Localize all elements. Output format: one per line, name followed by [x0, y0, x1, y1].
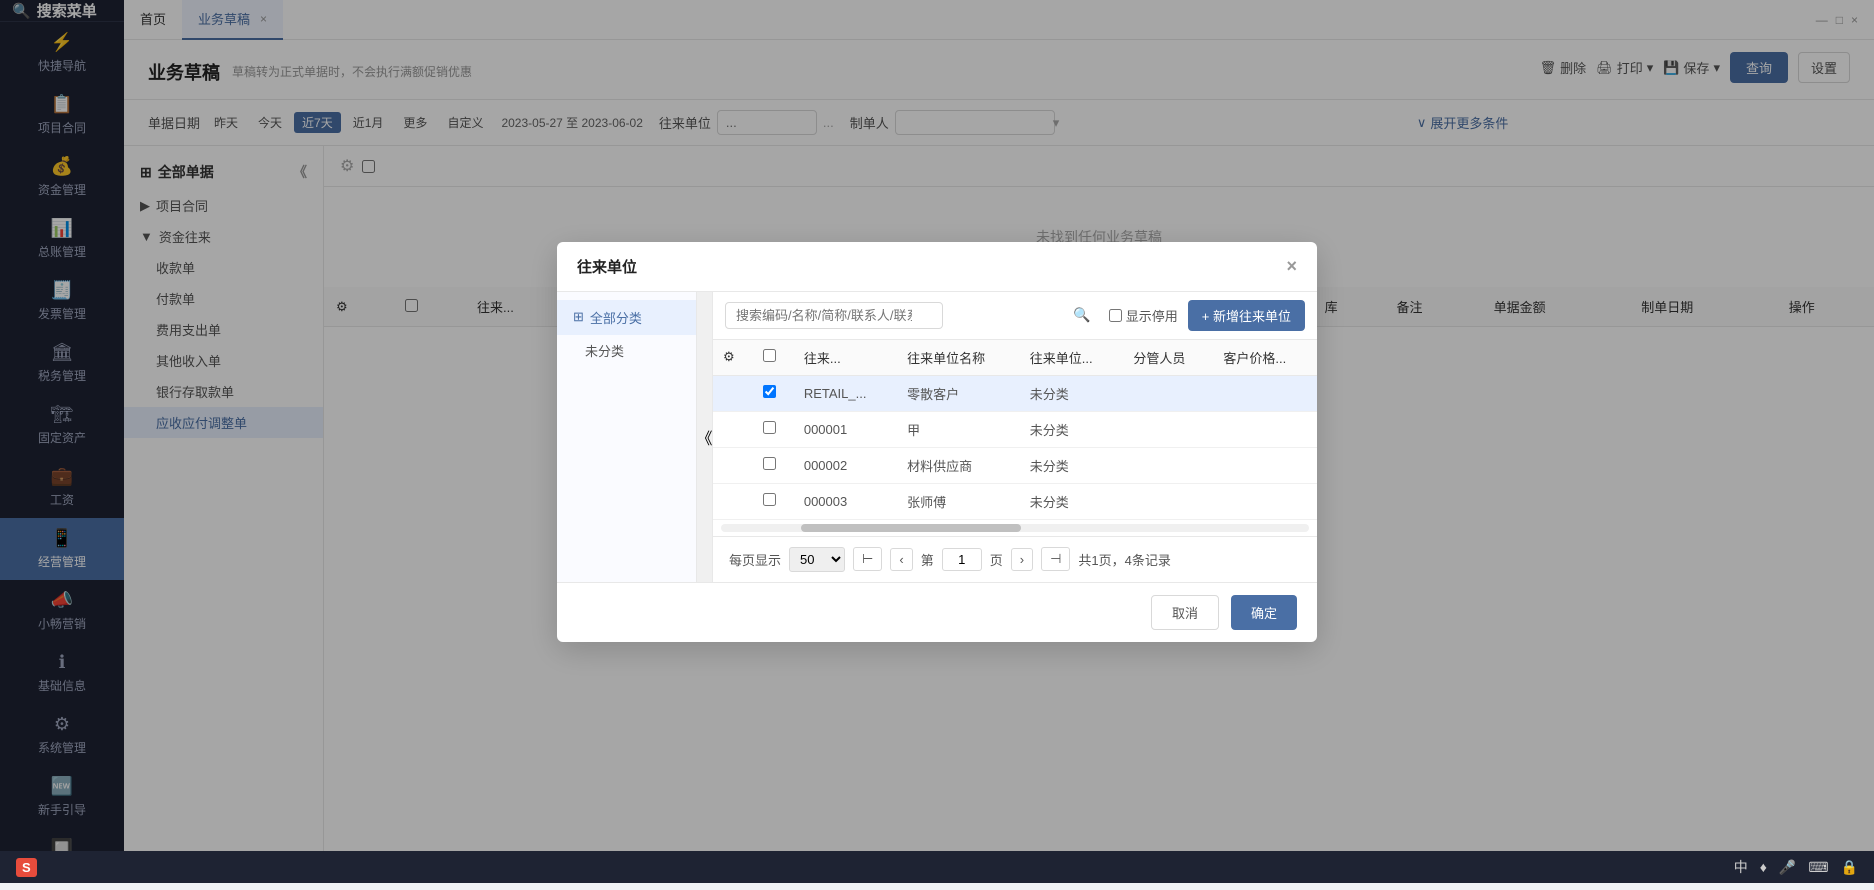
- table-row[interactable]: 000003 张师傅 未分类: [713, 483, 1317, 519]
- modal-sidebar: ⊞ 全部分类 未分类: [557, 292, 697, 582]
- modal-pagination: 每页显示 50 20 100 ⊢ ‹ 第 页 › ⊣ 共1页，4条记录: [713, 536, 1317, 582]
- row-manager: [1123, 483, 1213, 519]
- taskbar-items: 中 ♦ 🎤 ⌨ 🔒: [1734, 857, 1858, 877]
- modal-close-btn[interactable]: ×: [1286, 256, 1297, 277]
- row-name: 张师傅: [897, 483, 1020, 519]
- modal-th-name: 往来单位名称: [897, 340, 1020, 376]
- table-row[interactable]: 000002 材料供应商 未分类: [713, 447, 1317, 483]
- per-page-select[interactable]: 50 20 100: [789, 547, 845, 572]
- modal-th-checkbox: [753, 340, 794, 376]
- page-suffix: 页: [990, 550, 1003, 569]
- modal-header: 往来单位 ×: [557, 242, 1317, 292]
- row-code: 000002: [794, 447, 897, 483]
- taskbar-lock-icon[interactable]: 🔒: [1841, 859, 1858, 876]
- row-checkbox: [753, 411, 794, 447]
- page-next-btn[interactable]: ›: [1011, 548, 1033, 571]
- row-checkbox: [753, 483, 794, 519]
- modal-th-settings: ⚙: [713, 340, 753, 376]
- taskbar-mic-icon[interactable]: 🎤: [1779, 859, 1796, 876]
- modal-th-category: 往来单位...: [1020, 340, 1124, 376]
- modal-search-input[interactable]: [725, 302, 943, 329]
- row-category: 未分类: [1020, 483, 1124, 519]
- modal-body: ⊞ 全部分类 未分类 《 🔍: [557, 292, 1317, 582]
- row-select-checkbox[interactable]: [763, 493, 776, 506]
- per-page-label: 每页显示: [729, 550, 781, 569]
- row-price: [1213, 483, 1317, 519]
- modal-search-icon: 🔍: [1073, 307, 1090, 324]
- taskbar-logo: S: [16, 858, 37, 877]
- modal-confirm-button[interactable]: 确定: [1231, 595, 1297, 630]
- table-row[interactable]: RETAIL_... 零散客户 未分类: [713, 375, 1317, 411]
- row-price: [1213, 375, 1317, 411]
- modal-th-manager: 分管人员: [1123, 340, 1213, 376]
- row-code: 000003: [794, 483, 897, 519]
- modal-footer: 取消 确定: [557, 582, 1317, 642]
- row-select-checkbox[interactable]: [763, 385, 776, 398]
- row-select-checkbox[interactable]: [763, 421, 776, 434]
- modal-cancel-button[interactable]: 取消: [1151, 595, 1219, 630]
- row-category: 未分类: [1020, 375, 1124, 411]
- table-row[interactable]: 000001 甲 未分类: [713, 411, 1317, 447]
- modal-th-code: 往来...: [794, 340, 897, 376]
- modal-sidebar-uncategorized[interactable]: 未分类: [557, 335, 696, 366]
- page-first-btn[interactable]: ⊢: [853, 547, 882, 571]
- row-settings: [713, 447, 753, 483]
- row-name: 零散客户: [897, 375, 1020, 411]
- modal-table: ⚙ 往来... 往来单位名称 往来单位... 分管人员 客户价格...: [713, 340, 1317, 520]
- show-disabled-checkbox[interactable]: [1109, 309, 1122, 322]
- modal-sidebar-all-categories[interactable]: ⊞ 全部分类: [557, 300, 696, 335]
- row-settings: [713, 375, 753, 411]
- page-last-btn[interactable]: ⊣: [1041, 547, 1070, 571]
- row-settings: [713, 483, 753, 519]
- row-checkbox: [753, 447, 794, 483]
- page-number-input[interactable]: [942, 548, 982, 571]
- taskbar: S 中 ♦ 🎤 ⌨ 🔒: [0, 851, 1874, 883]
- show-disabled-label[interactable]: 显示停用: [1109, 306, 1178, 325]
- modal-main: 🔍 显示停用 + 新增往来单位 ⚙: [713, 292, 1317, 582]
- taskbar-diamond-icon[interactable]: ♦: [1760, 859, 1767, 875]
- add-partner-button[interactable]: + 新增往来单位: [1188, 300, 1305, 331]
- row-category: 未分类: [1020, 447, 1124, 483]
- row-name: 甲: [897, 411, 1020, 447]
- total-records: 共1页，4条记录: [1078, 550, 1170, 569]
- row-code: RETAIL_...: [794, 375, 897, 411]
- modal-title: 往来单位: [577, 256, 637, 277]
- taskbar-zh-icon[interactable]: 中: [1734, 857, 1748, 877]
- horizontal-scrollbar[interactable]: [721, 524, 1309, 532]
- row-manager: [1123, 411, 1213, 447]
- modal-toolbar: 🔍 显示停用 + 新增往来单位: [713, 292, 1317, 340]
- grid-icon-small: ⊞: [573, 309, 584, 325]
- modal-table-area: ⚙ 往来... 往来单位名称 往来单位... 分管人员 客户价格...: [713, 340, 1317, 520]
- taskbar-keyboard-icon[interactable]: ⌨: [1808, 859, 1828, 876]
- row-select-checkbox[interactable]: [763, 457, 776, 470]
- row-settings: [713, 411, 753, 447]
- row-checkbox: [753, 375, 794, 411]
- row-price: [1213, 447, 1317, 483]
- row-category: 未分类: [1020, 411, 1124, 447]
- row-name: 材料供应商: [897, 447, 1020, 483]
- row-price: [1213, 411, 1317, 447]
- modal-th-price: 客户价格...: [1213, 340, 1317, 376]
- row-manager: [1123, 375, 1213, 411]
- modal-search-wrapper: 🔍: [725, 302, 1099, 329]
- page-prev-btn[interactable]: ‹: [890, 548, 912, 571]
- modal-sidebar-collapse-btn[interactable]: 《: [697, 292, 713, 582]
- collapse-icon: 《: [697, 425, 713, 449]
- page-label: 第: [921, 550, 934, 569]
- modal-select-all[interactable]: [763, 349, 776, 362]
- row-code: 000001: [794, 411, 897, 447]
- modal-overlay[interactable]: 往来单位 × ⊞ 全部分类 未分类 《: [0, 0, 1874, 883]
- row-manager: [1123, 447, 1213, 483]
- modal-partner: 往来单位 × ⊞ 全部分类 未分类 《: [557, 242, 1317, 642]
- scrollbar-thumb[interactable]: [801, 524, 1021, 532]
